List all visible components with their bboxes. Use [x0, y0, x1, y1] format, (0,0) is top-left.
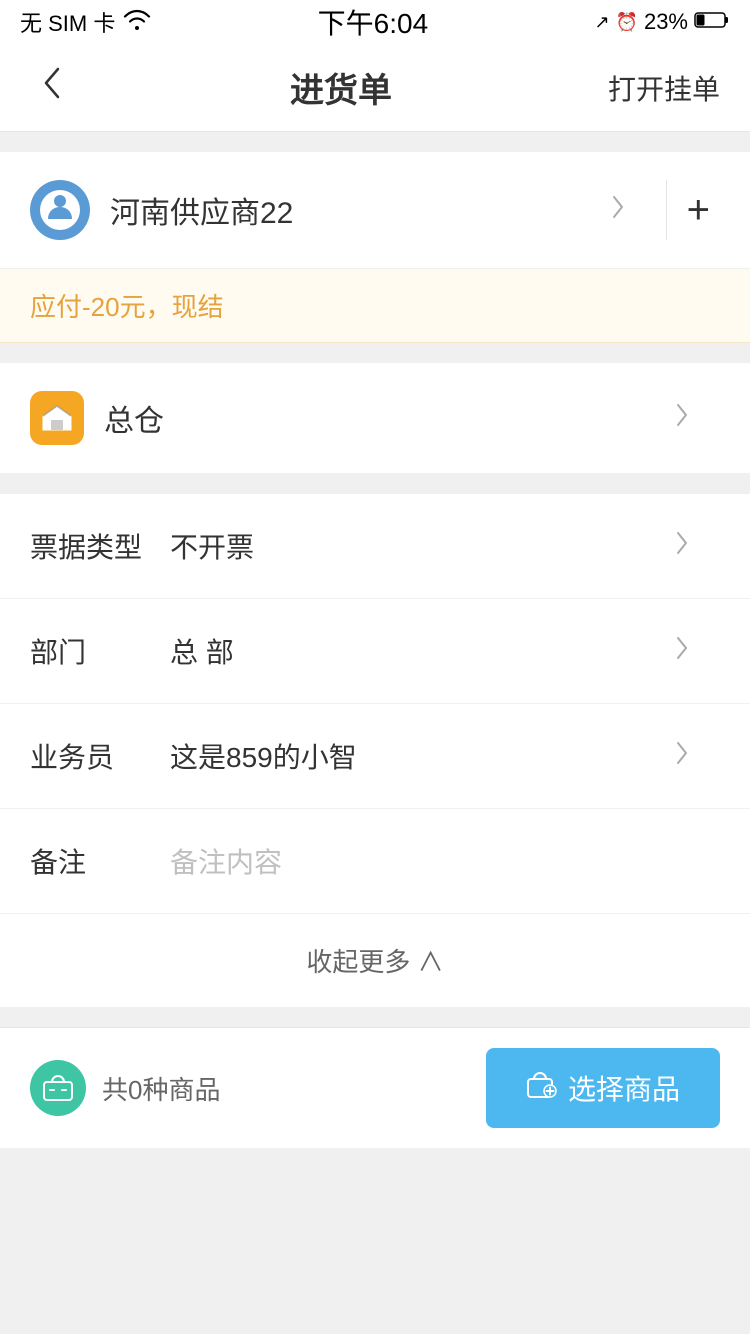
- alarm-icon: ⏰: [616, 12, 638, 33]
- select-goods-icon: [526, 1071, 558, 1106]
- dept-label: 部门: [30, 631, 170, 671]
- notice-text: 应付-20元，现结: [30, 292, 224, 322]
- collapse-label: 收起更多 ∧: [306, 947, 443, 977]
- section-divider-1: [0, 132, 750, 152]
- section-divider-2: [0, 343, 750, 363]
- status-left: 无 SIM 卡: [20, 6, 151, 38]
- remark-row[interactable]: 备注 备注内容: [0, 808, 750, 913]
- supplier-name: 河南供应商22: [110, 188, 610, 232]
- sales-row[interactable]: 业务员 这是859的小智: [0, 703, 750, 808]
- location-icon: ↗: [594, 12, 609, 33]
- open-pending-button[interactable]: 打开挂单: [608, 68, 720, 108]
- warehouse-section: 总仓: [0, 363, 750, 473]
- section-divider-3: [0, 473, 750, 493]
- sales-label: 业务员: [30, 736, 170, 776]
- warehouse-name: 总仓: [104, 396, 674, 440]
- goods-icon: [30, 1060, 86, 1116]
- status-bar: 无 SIM 卡 下午6:04 ↗ ⏰ 23%: [0, 0, 750, 44]
- supplier-chevron-icon: [610, 193, 626, 228]
- carrier-text: 无 SIM 卡: [20, 6, 115, 38]
- invoice-row[interactable]: 票据类型 不开票: [0, 493, 750, 598]
- avatar-inner: [40, 190, 80, 230]
- warehouse-row[interactable]: 总仓: [0, 363, 750, 473]
- supplier-section: 河南供应商22 + 应付-20元，现结: [0, 152, 750, 343]
- add-supplier-button[interactable]: +: [677, 188, 720, 233]
- warehouse-chevron-icon: [674, 401, 690, 436]
- select-goods-label: 选择商品: [568, 1068, 680, 1108]
- status-time: 下午6:04: [318, 2, 429, 42]
- dept-chevron-icon: [674, 634, 690, 669]
- supplier-row[interactable]: 河南供应商22 +: [0, 152, 750, 269]
- vertical-divider: [666, 180, 667, 240]
- nav-bar: 进货单 打开挂单: [0, 44, 750, 132]
- battery-text: 23%: [644, 9, 688, 35]
- wifi-icon: [123, 8, 151, 36]
- remark-label: 备注: [30, 841, 170, 881]
- back-button[interactable]: [30, 53, 74, 122]
- dept-row[interactable]: 部门 总 部: [0, 598, 750, 703]
- supplier-avatar: [30, 180, 90, 240]
- person-icon: [44, 191, 76, 229]
- goods-count-wrap: 共0种商品: [30, 1060, 220, 1116]
- collapse-button[interactable]: 收起更多 ∧: [0, 913, 750, 1007]
- battery-icon: [694, 9, 730, 35]
- dept-value: 总 部: [170, 631, 674, 671]
- remark-placeholder: 备注内容: [170, 841, 720, 881]
- notice-banner: 应付-20元，现结: [0, 269, 750, 343]
- invoice-value: 不开票: [170, 526, 674, 566]
- select-goods-button[interactable]: 选择商品: [486, 1048, 720, 1128]
- form-section: 票据类型 不开票 部门 总 部 业务员 这是859的小智 备注 备注内容: [0, 493, 750, 1007]
- bottom-bar: 共0种商品 选择商品: [0, 1027, 750, 1148]
- page-title: 进货单: [290, 63, 392, 112]
- invoice-label: 票据类型: [30, 526, 170, 566]
- sales-value: 这是859的小智: [170, 736, 674, 776]
- warehouse-icon: [30, 391, 84, 445]
- sales-chevron-icon: [674, 739, 690, 774]
- goods-count-text: 共0种商品: [102, 1070, 220, 1107]
- status-right: ↗ ⏰ 23%: [594, 9, 730, 35]
- invoice-chevron-icon: [674, 529, 690, 564]
